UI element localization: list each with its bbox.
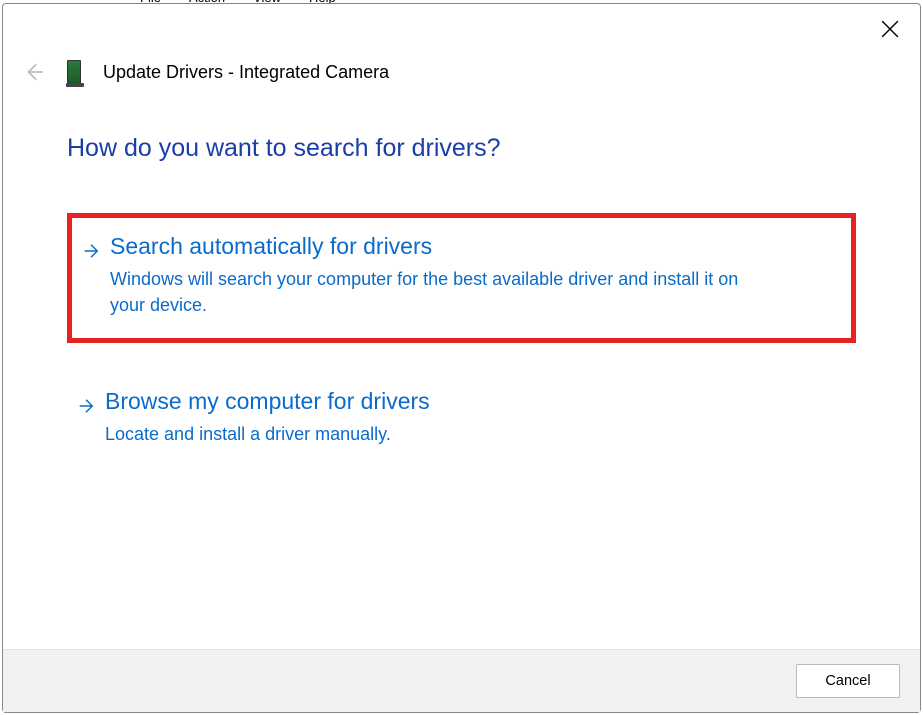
- close-button[interactable]: [875, 14, 905, 44]
- back-button[interactable]: [23, 61, 45, 83]
- option-title: Search automatically for drivers: [110, 232, 841, 262]
- update-drivers-dialog: Update Drivers - Integrated Camera How d…: [2, 3, 921, 713]
- option-search-automatically[interactable]: Search automatically for drivers Windows…: [67, 213, 856, 343]
- cancel-button[interactable]: Cancel: [796, 664, 900, 698]
- close-icon: [881, 20, 899, 38]
- dialog-footer: Cancel: [3, 649, 920, 712]
- option-description: Windows will search your computer for th…: [110, 266, 750, 318]
- option-title: Browse my computer for drivers: [105, 387, 846, 417]
- arrow-left-icon: [23, 61, 45, 83]
- option-description: Locate and install a driver manually.: [105, 421, 745, 447]
- option-browse-computer[interactable]: Browse my computer for drivers Locate an…: [67, 373, 856, 467]
- dialog-content: How do you want to search for drivers? S…: [3, 84, 920, 649]
- question-heading: How do you want to search for drivers?: [67, 134, 856, 163]
- camera-device-icon: [67, 60, 81, 84]
- dialog-title: Update Drivers - Integrated Camera: [103, 62, 389, 83]
- arrow-right-icon: [77, 397, 95, 415]
- arrow-right-icon: [82, 242, 100, 260]
- dialog-header: Update Drivers - Integrated Camera: [3, 4, 920, 84]
